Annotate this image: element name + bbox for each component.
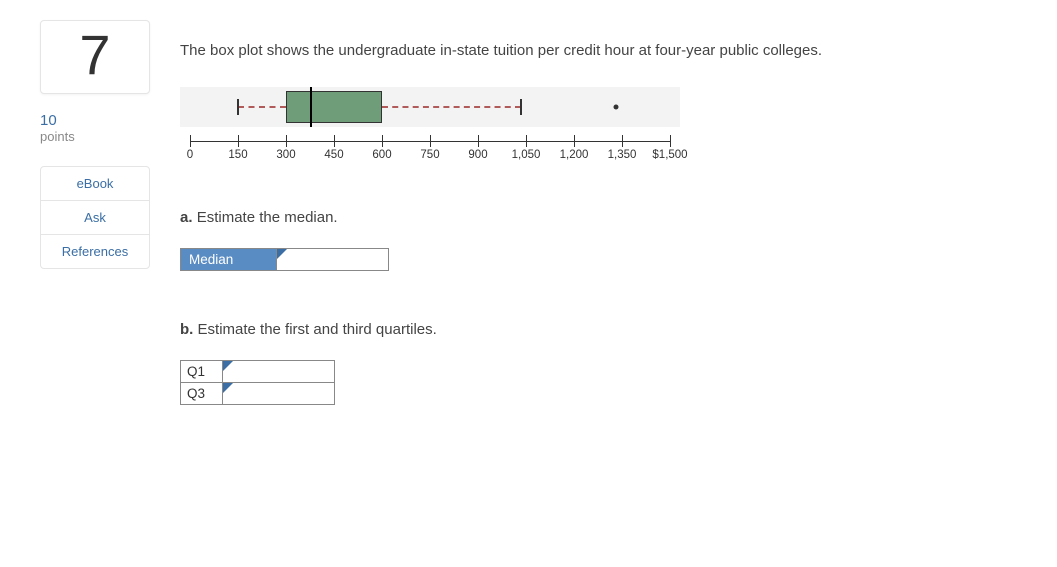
axis-tick-label: 300 [276, 149, 295, 161]
whisker-low-cap [237, 99, 239, 115]
median-label: Median [181, 249, 277, 271]
axis-tick-label: 1,350 [608, 149, 637, 161]
cell-flag-icon [223, 383, 233, 393]
part-a-prompt: a. Estimate the median. [180, 209, 1017, 226]
axis-tick-label: 150 [228, 149, 247, 161]
axis-tick [526, 135, 527, 147]
axis-tick [430, 135, 431, 147]
axis-tick-label: $1,500 [652, 149, 687, 161]
q3-input[interactable] [223, 383, 334, 404]
cell-flag-icon [223, 361, 233, 371]
axis-tick-label: 750 [420, 149, 439, 161]
q1-label: Q1 [181, 361, 223, 383]
axis-tick [382, 135, 383, 147]
sidebar-links: eBook Ask References [40, 166, 150, 269]
axis-tick [286, 135, 287, 147]
part-a-letter: a. [180, 209, 193, 226]
axis-tick-label: 900 [468, 149, 487, 161]
axis-tick [478, 135, 479, 147]
sidebar-link-references[interactable]: References [41, 234, 149, 268]
axis-tick-label: 1,200 [560, 149, 589, 161]
part-a-text: Estimate the median. [197, 209, 338, 226]
part-b-text: Estimate the first and third quartiles. [198, 321, 437, 338]
question-text: The box plot shows the undergraduate in-… [180, 42, 1017, 59]
axis-tick-label: 600 [372, 149, 391, 161]
part-b: b. Estimate the first and third quartile… [180, 321, 1017, 405]
question-number-card: 7 [40, 20, 150, 94]
q1-input[interactable] [223, 361, 334, 382]
axis-tick-label: 450 [324, 149, 343, 161]
axis-tick-label: 0 [187, 149, 193, 161]
whisker-high [382, 106, 521, 108]
part-b-letter: b. [180, 321, 193, 338]
cell-flag-icon [277, 249, 287, 259]
whisker-low [238, 106, 286, 108]
median-line [310, 87, 312, 127]
axis-tick [622, 135, 623, 147]
axis-tick-label: 1,050 [512, 149, 541, 161]
axis-tick [574, 135, 575, 147]
q3-label: Q3 [181, 383, 223, 405]
sidebar-link-ask[interactable]: Ask [41, 200, 149, 234]
question-main: The box plot shows the undergraduate in-… [180, 20, 1017, 455]
axis-tick [334, 135, 335, 147]
quartiles-table: Q1 Q3 [180, 360, 335, 405]
outlier-dot [613, 105, 618, 110]
iqr-box [286, 91, 382, 123]
median-input[interactable] [277, 249, 388, 270]
points-label: points [40, 129, 150, 144]
axis-tick [238, 135, 239, 147]
question-sidebar: 7 10 points eBook Ask References [40, 20, 150, 269]
question-number: 7 [41, 27, 149, 83]
part-b-prompt: b. Estimate the first and third quartile… [180, 321, 1017, 338]
whisker-high-cap [520, 99, 522, 115]
sidebar-link-ebook[interactable]: eBook [41, 167, 149, 200]
part-a: a. Estimate the median. Median [180, 209, 1017, 271]
points-value: 10 [40, 112, 150, 129]
boxplot-chart: 0 150 300 450 600 750 900 1,050 1,200 1,350 $1,500 [180, 87, 1017, 169]
median-table: Median [180, 248, 389, 271]
